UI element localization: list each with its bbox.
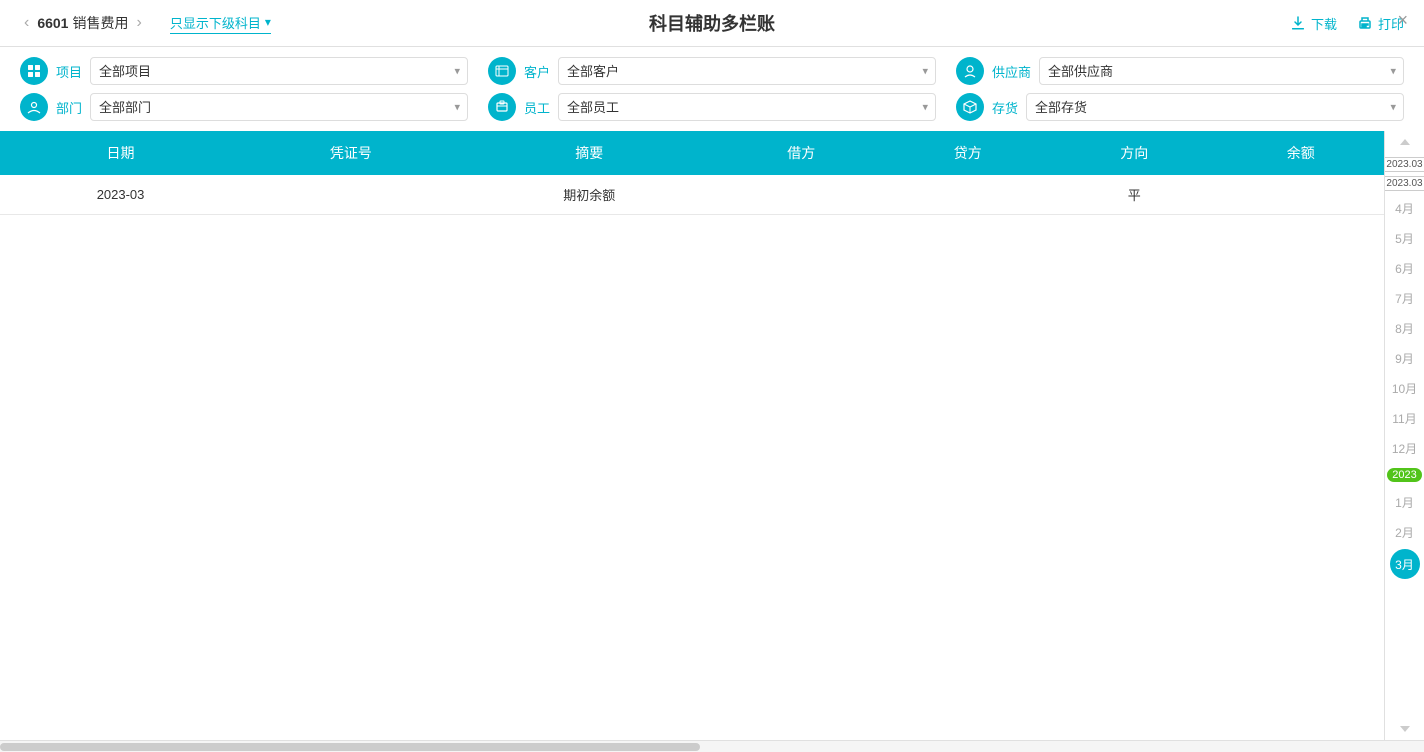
timeline-year-2023[interactable]: 2023 [1387, 468, 1421, 482]
customer-select[interactable]: 全部客户 [558, 57, 936, 85]
print-icon [1357, 15, 1373, 31]
timeline-month-6[interactable]: 6月 [1385, 253, 1424, 283]
scrollbar-thumb[interactable] [0, 743, 700, 751]
supplier-label: 供应商 [992, 62, 1031, 81]
timeline-items: 2023.03 2023.03 4月 5月 6月 7月 8月 9月 10月 11… [1385, 155, 1424, 716]
col-credit: 贷方 [884, 131, 1051, 175]
nav-next-arrow[interactable]: › [132, 12, 145, 34]
timeline-month-1[interactable]: 1月 [1385, 487, 1424, 517]
header-actions: 下载 打印 [1290, 14, 1404, 33]
cell-direction: 平 [1051, 175, 1218, 215]
inventory-label: 存货 [992, 98, 1018, 117]
filter-project: 项目 全部项目 [20, 57, 468, 85]
timeline-month-10[interactable]: 10月 [1385, 373, 1424, 403]
col-direction: 方向 [1051, 131, 1218, 175]
project-label: 项目 [56, 62, 82, 81]
show-sub-button[interactable]: 只显示下级科目 ▾ [170, 13, 271, 34]
employee-label: 员工 [524, 98, 550, 117]
col-summary: 摘要 [461, 131, 718, 175]
customer-select-wrapper[interactable]: 全部客户 [558, 57, 936, 85]
employee-icon [488, 93, 516, 121]
nav-area: ‹ 6601 销售费用 › 只显示下级科目 ▾ [20, 12, 271, 34]
timeline-month-12[interactable]: 12月 [1385, 433, 1424, 463]
timeline-month-7[interactable]: 7月 [1385, 283, 1424, 313]
filter-employee: 员工 全部员工 [488, 93, 936, 121]
cell-balance [1217, 175, 1384, 215]
department-label: 部门 [56, 98, 82, 117]
supplier-select[interactable]: 全部供应商 [1039, 57, 1404, 85]
department-select-wrapper[interactable]: 全部部门 [90, 93, 468, 121]
download-icon [1290, 15, 1306, 31]
download-label: 下载 [1311, 14, 1337, 33]
project-select-wrapper[interactable]: 全部项目 [90, 57, 468, 85]
timeline-up-arrow[interactable] [1385, 131, 1424, 155]
table-row: 2023-03 期初余额 平 [0, 175, 1384, 215]
timeline-month-4[interactable]: 4月 [1385, 193, 1424, 223]
cell-summary: 期初余额 [461, 175, 718, 215]
cell-credit [884, 175, 1051, 215]
supplier-select-wrapper[interactable]: 全部供应商 [1039, 57, 1404, 85]
filters-area: 项目 全部项目 客户 全部客户 [0, 47, 1424, 131]
close-button[interactable]: × [1397, 10, 1408, 31]
filter-supplier: 供应商 全部供应商 [956, 57, 1404, 85]
page-title: 科目辅助多栏账 [649, 10, 775, 36]
modal-container: × ‹ 6601 销售费用 › 只显示下级科目 ▾ 科目辅助多栏账 下载 [0, 0, 1424, 752]
col-voucher: 凭证号 [241, 131, 460, 175]
header: ‹ 6601 销售费用 › 只显示下级科目 ▾ 科目辅助多栏账 下载 [0, 0, 1424, 47]
nav-name: 销售费用 [72, 13, 128, 33]
employee-select[interactable]: 全部员工 [558, 93, 936, 121]
timeline-period-2[interactable]: 2023.03 [1385, 176, 1424, 191]
supplier-icon [956, 57, 984, 85]
chevron-down-icon: ▾ [265, 15, 271, 29]
project-select[interactable]: 全部项目 [90, 57, 468, 85]
inventory-icon [956, 93, 984, 121]
col-debit: 借方 [718, 131, 885, 175]
cell-voucher [241, 175, 460, 215]
timeline-month-11[interactable]: 11月 [1385, 403, 1424, 433]
customer-label: 客户 [524, 62, 550, 81]
timeline-month-8[interactable]: 8月 [1385, 313, 1424, 343]
cell-date: 2023-03 [0, 175, 241, 215]
filter-department: 部门 全部部门 [20, 93, 468, 121]
col-date: 日期 [0, 131, 241, 175]
timeline-month-5[interactable]: 5月 [1385, 223, 1424, 253]
timeline-down-arrow[interactable] [1385, 716, 1424, 740]
col-balance: 余额 [1217, 131, 1384, 175]
download-button[interactable]: 下载 [1290, 14, 1337, 33]
inventory-select-wrapper[interactable]: 全部存货 [1026, 93, 1404, 121]
project-icon [20, 57, 48, 85]
filter-customer: 客户 全部客户 [488, 57, 936, 85]
timeline-month-2[interactable]: 2月 [1385, 517, 1424, 547]
table-wrapper: 日期 凭证号 摘要 借方 贷方 方向 余额 2023-03 期初余额 [0, 131, 1384, 740]
customer-icon [488, 57, 516, 85]
department-select[interactable]: 全部部门 [90, 93, 468, 121]
show-sub-label: 只显示下级科目 [170, 13, 261, 32]
timeline-month-9[interactable]: 9月 [1385, 343, 1424, 373]
timeline-period-1[interactable]: 2023.03 [1385, 157, 1424, 172]
inventory-select[interactable]: 全部存货 [1026, 93, 1404, 121]
employee-select-wrapper[interactable]: 全部员工 [558, 93, 936, 121]
ledger-table: 日期 凭证号 摘要 借方 贷方 方向 余额 2023-03 期初余额 [0, 131, 1384, 215]
timeline-sidebar: 2023.03 2023.03 4月 5月 6月 7月 8月 9月 10月 11… [1384, 131, 1424, 740]
filter-inventory: 存货 全部存货 [956, 93, 1404, 121]
timeline-month-3-active[interactable]: 3月 [1390, 549, 1420, 579]
cell-debit [718, 175, 885, 215]
nav-code: 6601 [37, 15, 68, 31]
department-icon [20, 93, 48, 121]
horizontal-scrollbar[interactable] [0, 740, 1424, 752]
nav-prev-arrow[interactable]: ‹ [20, 12, 33, 34]
